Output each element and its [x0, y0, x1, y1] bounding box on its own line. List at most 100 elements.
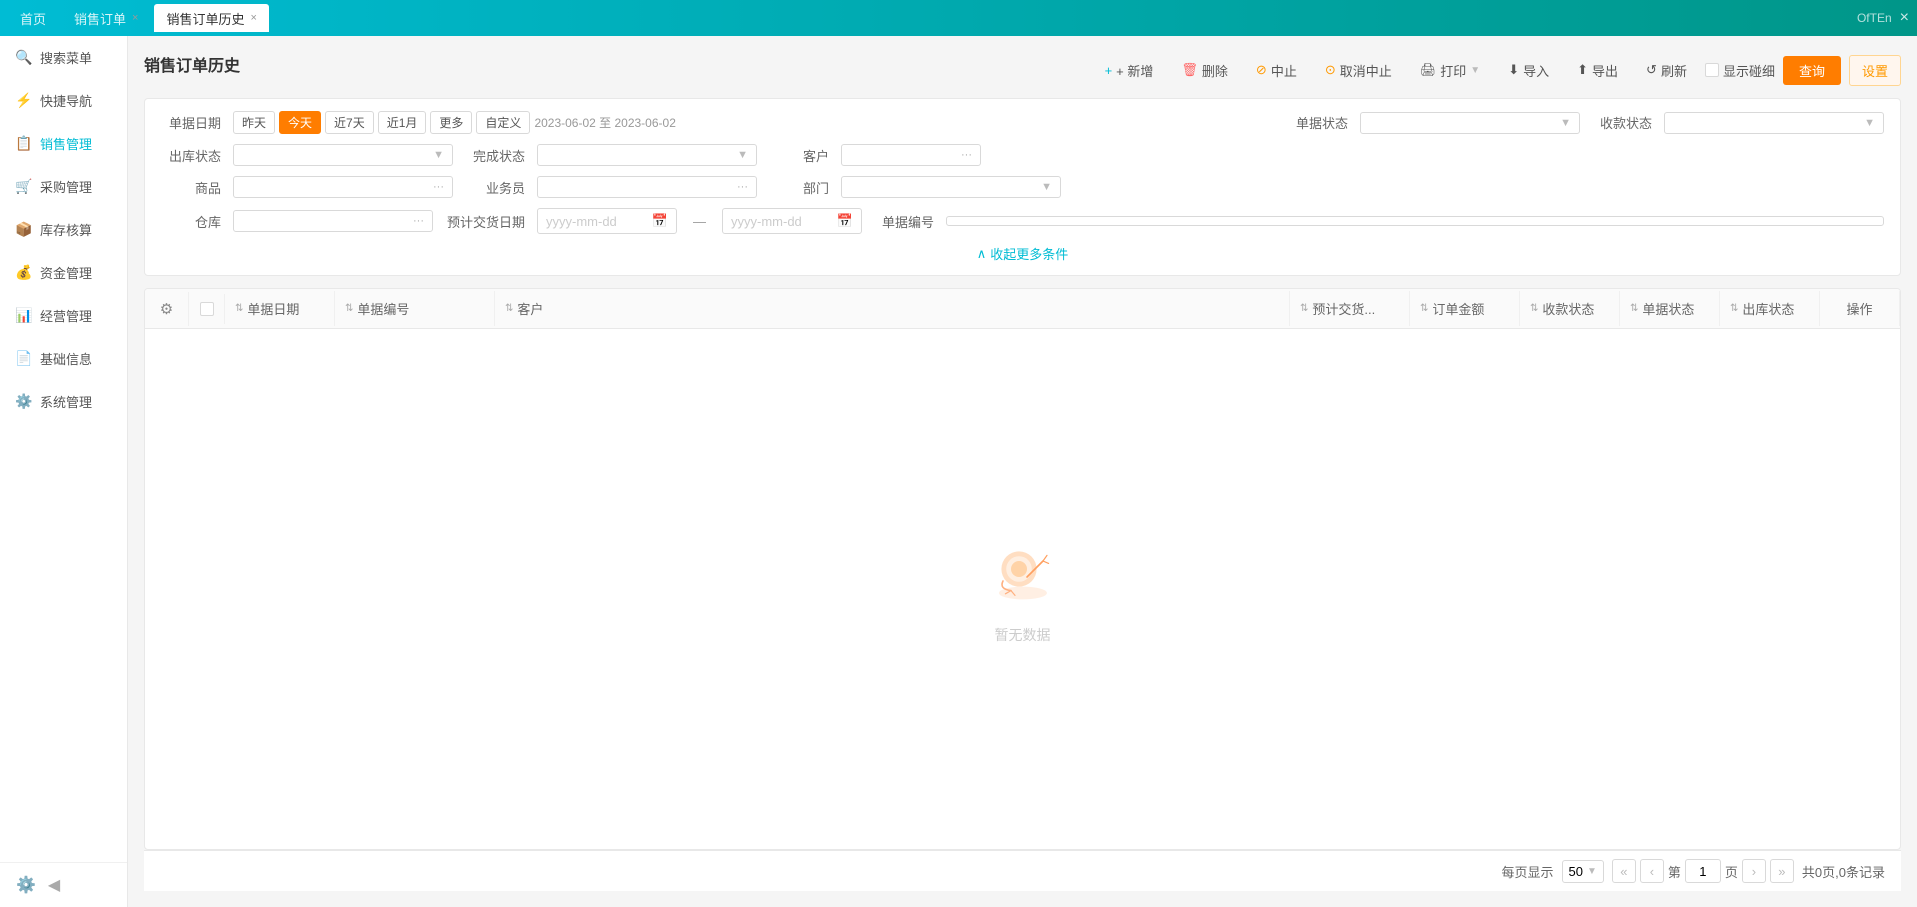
sidebar-item-basic-info[interactable]: 📄 基础信息 [0, 337, 127, 380]
tab-home-label: 首页 [20, 9, 46, 28]
th-date: ⇅ 单据日期 [225, 291, 335, 326]
bill-status-select[interactable]: ▼ [1360, 112, 1580, 134]
th-action: 操作 [1820, 291, 1900, 326]
delivery-date-end-value: yyyy-mm-dd [731, 214, 833, 229]
th-amount-label: 订单金额 [1432, 299, 1484, 318]
dept-select[interactable]: ▼ [841, 176, 1061, 198]
bill-number-input[interactable] [946, 216, 1884, 226]
th-out-status-sort-icon[interactable]: ⇅ [1730, 303, 1738, 314]
customer-select[interactable]: ··· [841, 144, 981, 166]
th-number-label: 单据编号 [357, 299, 409, 318]
sidebar-item-purchase-mgmt[interactable]: 🛒 采购管理 [0, 165, 127, 208]
date-custom-btn[interactable]: 自定义 [476, 111, 530, 134]
page-label: 第 [1668, 862, 1681, 881]
top-bar-close-icon[interactable]: × [1900, 9, 1909, 27]
purchase-mgmt-icon: 🛒 [16, 179, 32, 195]
th-amount-sort-icon[interactable]: ⇅ [1420, 303, 1428, 314]
date-7days-btn[interactable]: 近7天 [325, 111, 374, 134]
settings-btn[interactable]: 设置 [1849, 55, 1901, 86]
date-1month-btn[interactable]: 近1月 [378, 111, 427, 134]
export-button[interactable]: ⬆ 导出 [1567, 56, 1628, 85]
sidebar-item-operations[interactable]: 📊 经营管理 [0, 294, 127, 337]
tab-sales-order-label: 销售订单 [74, 9, 126, 28]
import-button[interactable]: ⬇ 导入 [1498, 56, 1559, 85]
cancel-stop-button[interactable]: ⊙ 取消中止 [1315, 56, 1402, 85]
query-button[interactable]: 查询 [1783, 56, 1841, 85]
date-range-text: 2023-06-02 至 2023-06-02 [534, 114, 675, 131]
display-cols-checkbox[interactable] [1705, 63, 1719, 77]
goods-select[interactable]: ··· [233, 176, 453, 198]
sidebar-item-quick-nav[interactable]: ⚡ 快捷导航 [0, 79, 127, 122]
first-page-icon: « [1620, 864, 1627, 879]
th-settings[interactable]: ⚙ [145, 292, 189, 326]
delivery-date-end-input[interactable]: yyyy-mm-dd 📅 [722, 208, 862, 234]
th-customer-sort-icon[interactable]: ⇅ [505, 303, 513, 314]
page-number-input[interactable] [1685, 859, 1721, 883]
th-bill-status-label: 单据状态 [1642, 299, 1694, 318]
date-more-btn[interactable]: 更多 [430, 111, 472, 134]
sidebar-item-finance[interactable]: 💰 资金管理 [0, 251, 127, 294]
th-date-sort-icon[interactable]: ⇅ [235, 303, 243, 314]
receipt-status-select[interactable]: ▼ [1664, 112, 1884, 134]
delete-button[interactable]: 🗑 删除 [1171, 56, 1238, 85]
delivery-date-start-input[interactable]: yyyy-mm-dd 📅 [537, 208, 677, 234]
out-status-select[interactable]: ▼ [233, 144, 453, 166]
sidebar-item-search-menu-label: 搜索菜单 [40, 48, 92, 67]
last-page-btn[interactable]: » [1770, 859, 1794, 883]
top-bar: 首页 销售订单 × 销售订单历史 × OfTEn × [0, 0, 1917, 36]
sidebar-item-system-mgmt-label: 系统管理 [40, 392, 92, 411]
complete-status-label: 完成状态 [465, 146, 525, 165]
first-page-btn[interactable]: « [1612, 859, 1636, 883]
filter-panel: 单据日期 昨天 今天 近7天 近1月 更多 自定义 2023-06-02 至 2… [144, 98, 1901, 276]
sidebar-item-inventory[interactable]: 📦 库存核算 [0, 208, 127, 251]
tab-sales-order-close[interactable]: × [132, 12, 138, 24]
salesperson-select[interactable]: ··· [537, 176, 757, 198]
collapse-btn[interactable]: ∧ 收起更多条件 [161, 244, 1884, 263]
system-mgmt-icon: ⚙️ [16, 394, 32, 410]
stop-button[interactable]: ⊘ 中止 [1246, 56, 1307, 85]
table-settings-icon[interactable]: ⚙ [160, 300, 173, 318]
sidebar-item-inventory-label: 库存核算 [40, 220, 92, 239]
top-bar-right: OfTEn × [1857, 9, 1909, 27]
refresh-button[interactable]: ↺ 刷新 [1636, 56, 1697, 85]
header-checkbox[interactable] [200, 302, 214, 316]
warehouse-select[interactable]: ··· [233, 210, 433, 232]
page-suffix: 页 [1725, 862, 1738, 881]
page-nav: « ‹ 第 页 › » [1612, 859, 1794, 883]
sidebar-collapse-icon[interactable]: ◀ [48, 875, 60, 895]
next-page-btn[interactable]: › [1742, 859, 1766, 883]
empty-illustration [973, 533, 1073, 613]
th-number: ⇅ 单据编号 [335, 291, 495, 326]
tab-sales-order-history-label: 销售订单历史 [166, 9, 244, 28]
th-check[interactable] [189, 294, 225, 324]
tab-sales-order[interactable]: 销售订单 × [62, 4, 150, 32]
collapse-up-icon: ∧ [977, 246, 987, 262]
sidebar-item-system-mgmt[interactable]: ⚙️ 系统管理 [0, 380, 127, 423]
tab-sales-order-history-close[interactable]: × [250, 12, 256, 24]
tab-sales-order-history[interactable]: 销售订单历史 × [154, 4, 268, 32]
sidebar-settings-icon[interactable]: ⚙️ [16, 875, 36, 895]
th-receipt-sort-icon[interactable]: ⇅ [1530, 303, 1538, 314]
complete-status-select[interactable]: ▼ [537, 144, 757, 166]
sidebar-item-sales-mgmt[interactable]: 📋 销售管理 [0, 122, 127, 165]
prev-page-btn[interactable]: ‹ [1640, 859, 1664, 883]
per-page-select[interactable]: 50 ▼ [1562, 860, 1604, 883]
th-bill-status-sort-icon[interactable]: ⇅ [1630, 303, 1638, 314]
th-out-status: ⇅ 出库状态 [1720, 291, 1820, 326]
date-yesterday-btn[interactable]: 昨天 [233, 111, 275, 134]
print-button[interactable]: 🖨 打印 ▼ [1410, 56, 1490, 85]
th-delivery-sort-icon[interactable]: ⇅ [1300, 303, 1308, 314]
delivery-date-start-cal-icon: 📅 [652, 213, 668, 229]
th-date-label: 单据日期 [247, 299, 299, 318]
per-page-arrow-icon: ▼ [1587, 866, 1597, 877]
date-today-btn[interactable]: 今天 [279, 111, 321, 134]
new-button[interactable]: + + 新增 [1095, 56, 1164, 85]
goods-label: 商品 [161, 178, 221, 197]
date-dash: — [689, 214, 710, 229]
display-cols-check[interactable]: 显示碰细 [1705, 61, 1775, 80]
th-number-sort-icon[interactable]: ⇅ [345, 303, 353, 314]
customer-label: 客户 [769, 146, 829, 165]
sidebar-item-search-menu[interactable]: 🔍 搜索菜单 [0, 36, 127, 79]
tab-home[interactable]: 首页 [8, 4, 58, 32]
warehouse-label: 仓库 [161, 212, 221, 231]
